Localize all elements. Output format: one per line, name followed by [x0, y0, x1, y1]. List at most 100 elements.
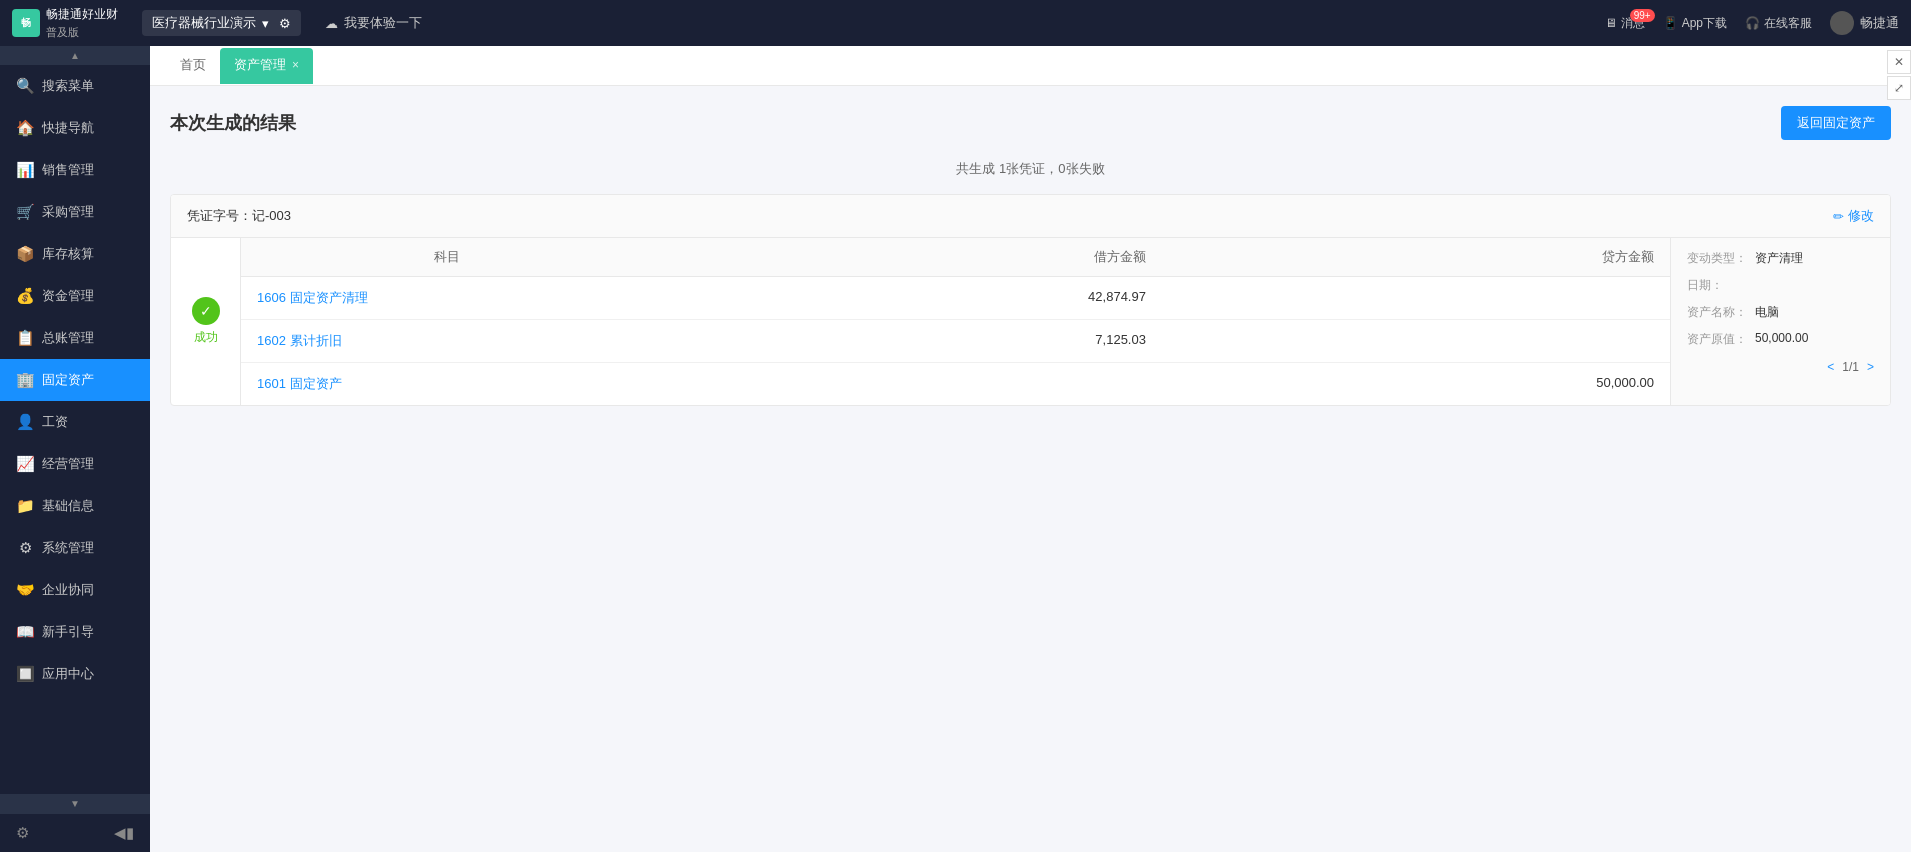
payroll-icon: 👤 — [16, 413, 34, 431]
tab-asset-mgmt[interactable]: 资产管理 × — [220, 48, 313, 84]
system-icon: ⚙ — [16, 539, 34, 557]
row2-debit: 7,125.03 — [654, 320, 1162, 362]
sidebar-item-ledger[interactable]: 📋 总账管理 — [0, 317, 150, 359]
original-value-value: 50,000.00 — [1755, 331, 1808, 348]
edit-icon: ✏ — [1833, 209, 1844, 224]
sidebar: ▲ 🔍 搜索菜单 🏠 快捷导航 📊 销售管理 🛒采购管理 📦 库存核算 💰资金管理 📋 总账管理 🏢固定… — [0, 46, 150, 852]
status-column: ✓ 成功 — [171, 238, 241, 405]
success-label: 成功 — [194, 329, 218, 346]
sidebar-item-purchase[interactable]: 🛒采购管理 — [0, 191, 150, 233]
company-selector[interactable]: 医疗器械行业演示 ▾ ⚙ — [142, 10, 301, 36]
row1-credit — [1162, 277, 1670, 319]
sidebar-item-base-info[interactable]: 📁 基础信息 — [0, 485, 150, 527]
logo-title: 畅捷通好业财 — [46, 6, 118, 23]
company-name: 医疗器械行业演示 — [152, 14, 256, 32]
return-fixed-assets-button[interactable]: 返回固定资产 — [1781, 106, 1891, 140]
guide-icon: 📖 — [16, 623, 34, 641]
sidebar-item-system[interactable]: ⚙ 系统管理 — [0, 527, 150, 569]
cloud-icon: ☁ — [325, 16, 338, 31]
sidebar-item-label: 企业协同 — [42, 581, 94, 599]
sidebar-item-guide[interactable]: 📖新手引导 — [0, 611, 150, 653]
sidebar-item-label: 基础信息 — [42, 497, 94, 515]
panel-controls: ✕ ⤢ — [1887, 50, 1911, 100]
settings-icon[interactable]: ⚙ — [279, 16, 291, 31]
voucher-table: 科目 借方金额 贷方金额 1606 固定资产清理 42,874.97 16 — [241, 238, 1670, 405]
top-header: 畅 畅捷通好业财 普及版 医疗器械行业演示 ▾ ⚙ ☁ 我要体验一下 🖥 消息 … — [0, 0, 1911, 46]
sidebar-item-label: 系统管理 — [42, 539, 94, 557]
sidebar-item-label: 销售管理 — [42, 161, 94, 179]
app-download-action[interactable]: 📱 App下载 — [1663, 15, 1727, 32]
operations-icon: 📈 — [16, 455, 34, 473]
scroll-down-button[interactable]: ▼ — [0, 794, 150, 813]
row2-credit — [1162, 320, 1670, 362]
sidebar-item-inventory[interactable]: 📦 库存核算 — [0, 233, 150, 275]
sidebar-item-label: 工资 — [42, 413, 68, 431]
original-value-label: 资产原值： — [1687, 331, 1747, 348]
download-icon: 📱 — [1663, 16, 1678, 30]
prev-page-button[interactable]: < — [1827, 360, 1834, 374]
scroll-up-button[interactable]: ▲ — [0, 46, 150, 65]
sidebar-item-label: 搜索菜单 — [42, 77, 94, 95]
table-row: 1602 累计折旧 7,125.03 — [241, 320, 1670, 363]
sidebar-item-funds[interactable]: 💰资金管理 — [0, 275, 150, 317]
header-subject: 科目 — [241, 238, 654, 276]
user-area[interactable]: 畅捷通 — [1830, 11, 1899, 35]
page-content: 本次生成的结果 返回固定资产 共生成 1张凭证，0张失败 凭证字号：记-003 … — [150, 86, 1911, 852]
sidebar-item-payroll[interactable]: 👤 工资 — [0, 401, 150, 443]
messages-badge: 99+ — [1630, 9, 1655, 22]
row1-debit: 42,874.97 — [654, 277, 1162, 319]
expand-panel-button[interactable]: ⤢ — [1887, 76, 1911, 100]
sidebar-item-label: 经营管理 — [42, 455, 94, 473]
close-panel-button[interactable]: ✕ — [1887, 50, 1911, 74]
row3-credit: 50,000.00 — [1162, 363, 1670, 405]
change-type-value: 资产清理 — [1755, 250, 1803, 267]
row3-debit — [654, 363, 1162, 405]
quick-nav-icon: 🏠 — [16, 119, 34, 137]
collapse-icon[interactable]: ◀▮ — [114, 824, 134, 842]
header-left: 畅 畅捷通好业财 普及版 医疗器械行业演示 ▾ ⚙ ☁ 我要体验一下 — [12, 6, 422, 40]
sidebar-item-cooperation[interactable]: 🤝企业协同 — [0, 569, 150, 611]
logo-area: 畅 畅捷通好业财 普及版 — [12, 6, 118, 40]
asset-name-label: 资产名称： — [1687, 304, 1747, 321]
table-row: 1601 固定资产 50,000.00 — [241, 363, 1670, 405]
username: 畅捷通 — [1860, 14, 1899, 32]
sidebar-scroll: 🔍 搜索菜单 🏠 快捷导航 📊 销售管理 🛒采购管理 📦 库存核算 💰资金管理 📋 总账管理 🏢固定资产… — [0, 65, 150, 794]
experience-button[interactable]: ☁ 我要体验一下 — [325, 14, 422, 32]
sidebar-item-label: 快捷导航 — [42, 119, 94, 137]
sidebar-item-fixed-assets[interactable]: 🏢固定资产 — [0, 359, 150, 401]
sidebar-item-label: 应用中心 — [42, 665, 94, 683]
next-page-button[interactable]: > — [1867, 360, 1874, 374]
voucher-code: 凭证字号：记-003 — [187, 207, 291, 225]
inventory-icon: 📦 — [16, 245, 34, 263]
headset-icon: 🎧 — [1745, 16, 1760, 30]
change-type-label: 变动类型： — [1687, 250, 1747, 267]
search-icon: 🔍 — [16, 77, 34, 95]
tab-close-icon[interactable]: × — [292, 58, 299, 72]
edit-voucher-button[interactable]: ✏ 修改 — [1833, 207, 1874, 225]
settings-bottom-icon[interactable]: ⚙ — [16, 824, 29, 842]
asset-name-row: 资产名称： 电脑 — [1687, 304, 1874, 321]
logo-icon: 畅 — [12, 9, 40, 37]
messages-action[interactable]: 🖥 消息 99+ — [1605, 15, 1645, 32]
sidebar-item-sales[interactable]: 📊 销售管理 — [0, 149, 150, 191]
online-service-action[interactable]: 🎧 在线客服 — [1745, 15, 1812, 32]
page-title: 本次生成的结果 — [170, 111, 296, 135]
fixed-assets-icon: 🏢 — [16, 371, 34, 389]
header-debit: 借方金额 — [654, 238, 1162, 276]
sales-icon: 📊 — [16, 161, 34, 179]
summary-text: 共生成 1张凭证，0张失败 — [170, 160, 1891, 178]
sidebar-item-label: 总账管理 — [42, 329, 94, 347]
base-info-icon: 📁 — [16, 497, 34, 515]
status-wrapper: ✓ 成功 — [192, 297, 220, 346]
ledger-icon: 📋 — [16, 329, 34, 347]
tab-home[interactable]: 首页 — [166, 48, 220, 84]
sidebar-item-label: 资金管理 — [42, 287, 94, 305]
sidebar-item-quick-nav[interactable]: 🏠 快捷导航 — [0, 107, 150, 149]
edition-tag: 普及版 — [46, 25, 118, 40]
sidebar-item-app-center[interactable]: 🔲应用中心 — [0, 653, 150, 695]
voucher-body: ✓ 成功 科目 借方金额 贷方金额 — [171, 238, 1890, 405]
sidebar-item-label: 库存核算 — [42, 245, 94, 263]
sidebar-item-search[interactable]: 🔍 搜索菜单 — [0, 65, 150, 107]
sidebar-item-operations[interactable]: 📈 经营管理 — [0, 443, 150, 485]
change-type-row: 变动类型： 资产清理 — [1687, 250, 1874, 267]
